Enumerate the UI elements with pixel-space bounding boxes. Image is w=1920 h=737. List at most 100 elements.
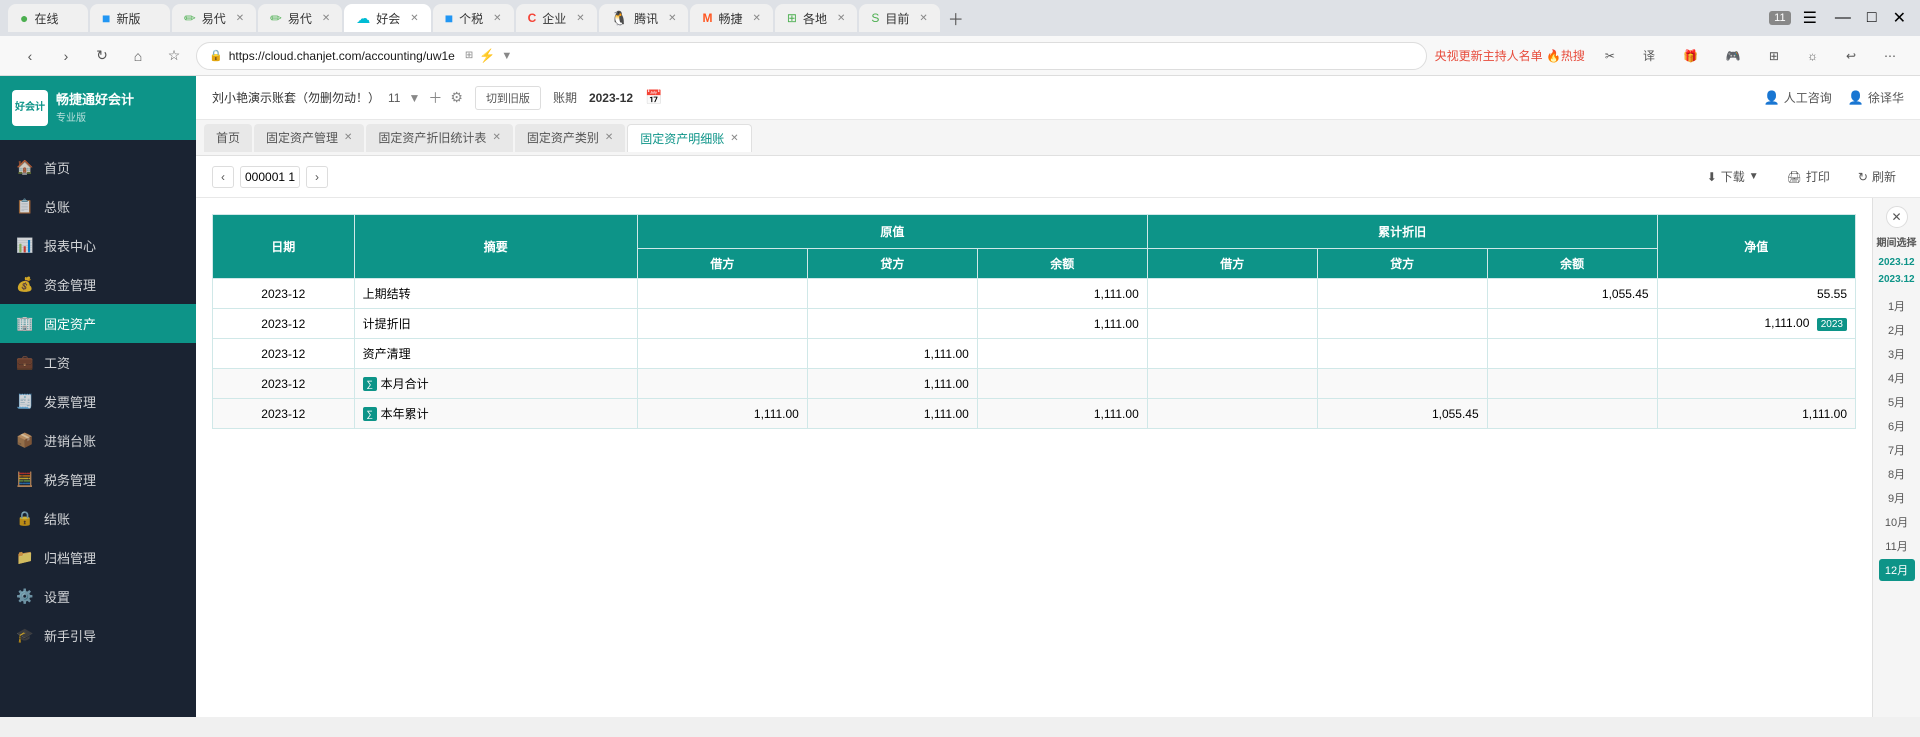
- print-button[interactable]: 🖨 打印: [1779, 164, 1838, 189]
- url-dropdown-icon[interactable]: ▼: [501, 50, 512, 62]
- user-button[interactable]: 👤 徐译华: [1848, 89, 1904, 106]
- sidebar-item-general-ledger[interactable]: 📋 总账: [0, 187, 196, 226]
- period-month-6[interactable]: 6月: [1879, 415, 1915, 437]
- download-button[interactable]: ⬇ 下载 ▼: [1699, 164, 1767, 189]
- prev-page-btn[interactable]: ‹: [212, 166, 234, 188]
- home-button[interactable]: ⌂: [124, 42, 152, 70]
- browser-tab-muqian[interactable]: S 目前 ✕: [859, 4, 939, 32]
- period-month-1[interactable]: 1月: [1879, 295, 1915, 317]
- period-month-10[interactable]: 10月: [1879, 511, 1915, 533]
- reload-button[interactable]: ↻: [88, 42, 116, 70]
- tab-close-asset-detail-ledger[interactable]: ✕: [730, 133, 738, 144]
- period-month-3[interactable]: 3月: [1879, 343, 1915, 365]
- sidebar-item-invoice[interactable]: 🧾 发票管理: [0, 382, 196, 421]
- close-icon[interactable]: ✕: [1887, 8, 1912, 28]
- sidebar-item-payroll[interactable]: 💼 工资: [0, 343, 196, 382]
- period-month-11[interactable]: 11月: [1879, 535, 1915, 557]
- tab-close-gedi[interactable]: ✕: [837, 13, 845, 24]
- browser-tab-changjie[interactable]: M 畅捷 ✕: [690, 4, 772, 32]
- tab-close-depreciation-stats[interactable]: ✕: [492, 132, 500, 143]
- period-month-9[interactable]: 9月: [1879, 487, 1915, 509]
- sidebar-item-closing[interactable]: 🔒 结账: [0, 499, 196, 538]
- scissors-icon[interactable]: ✂: [1597, 45, 1623, 67]
- browser-tab-tencent[interactable]: 🐧 腾讯 ✕: [599, 4, 689, 32]
- browser-settings-icon[interactable]: ⋯: [1876, 45, 1904, 67]
- wallet-icon[interactable]: 🎁: [1675, 45, 1706, 67]
- new-tab-button[interactable]: ＋: [942, 4, 970, 32]
- browser-tab-geshui[interactable]: ■ 个税 ✕: [433, 4, 514, 32]
- sidebar-item-reports[interactable]: 📊 报表中心: [0, 226, 196, 265]
- add-account-icon[interactable]: ＋: [428, 88, 442, 108]
- bookmark-button[interactable]: ☆: [160, 42, 188, 70]
- calendar-icon[interactable]: 📅: [645, 89, 662, 106]
- cell-dep-credit-3: [1317, 339, 1487, 369]
- sidebar-label-tax: 税务管理: [44, 470, 96, 489]
- tab-close-changjie[interactable]: ✕: [753, 13, 761, 24]
- lock-icon: 🔒: [209, 49, 223, 62]
- period-month-4[interactable]: 4月: [1879, 367, 1915, 389]
- tab-close-fixed-assets-mgmt[interactable]: ✕: [344, 132, 352, 143]
- tab-depreciation-stats[interactable]: 固定资产折旧统计表 ✕: [366, 124, 512, 152]
- period-month-5[interactable]: 5月: [1879, 391, 1915, 413]
- period-month-12[interactable]: 12月: [1879, 559, 1915, 581]
- period-month-2[interactable]: 2月: [1879, 319, 1915, 341]
- next-page-btn[interactable]: ›: [306, 166, 328, 188]
- sidebar-item-sales-ledger[interactable]: 📦 进销台账: [0, 421, 196, 460]
- browser-menu-icon[interactable]: ☰: [1795, 8, 1825, 28]
- sidebar: 好会计 畅捷通好会计 专业版 🏠 首页 📋 总账 📊 报表中心 💰 资金: [0, 76, 196, 717]
- header-date: 日期: [213, 215, 355, 279]
- tab-fixed-assets-mgmt[interactable]: 固定资产管理 ✕: [254, 124, 364, 152]
- forward-button[interactable]: ›: [52, 42, 80, 70]
- browser-tab-yidai2[interactable]: ✏ 易代 ✕: [258, 4, 342, 32]
- period-month-7[interactable]: 7月: [1879, 439, 1915, 461]
- tab-close-asset-category[interactable]: ✕: [605, 132, 613, 143]
- browser-tab-gedi[interactable]: ⊞ 各地 ✕: [775, 4, 857, 32]
- maximize-icon[interactable]: □: [1861, 9, 1883, 27]
- browser-tab-qiye[interactable]: C 企业 ✕: [516, 4, 597, 32]
- tab-close-yidai2[interactable]: ✕: [322, 13, 330, 24]
- back-button[interactable]: ‹: [16, 42, 44, 70]
- theme-icon[interactable]: ☼: [1799, 45, 1826, 67]
- close-panel-button[interactable]: ✕: [1886, 206, 1908, 228]
- fixed-assets-icon: 🏢: [16, 315, 34, 333]
- history-icon[interactable]: ↩: [1838, 45, 1864, 67]
- browser-tab-online[interactable]: ● 在线: [8, 4, 88, 32]
- page-number-input[interactable]: [240, 166, 300, 188]
- sidebar-item-guide[interactable]: 🎓 新手引导: [0, 616, 196, 655]
- tab-close-tencent[interactable]: ✕: [668, 13, 676, 24]
- sidebar-item-tax[interactable]: 🧮 税务管理: [0, 460, 196, 499]
- service-button[interactable]: 👤 人工咨询: [1764, 89, 1832, 106]
- cell-orig-credit-4: 1,111.00: [807, 369, 977, 399]
- sidebar-item-funds[interactable]: 💰 资金管理: [0, 265, 196, 304]
- period-date-start[interactable]: 2023.12: [1877, 255, 1916, 270]
- archive-icon: 📁: [16, 549, 34, 567]
- refresh-button[interactable]: ↻ 刷新: [1850, 164, 1904, 189]
- minimize-icon[interactable]: —: [1829, 9, 1857, 27]
- translate-icon[interactable]: 译: [1635, 43, 1663, 68]
- sidebar-item-fixed-assets[interactable]: 🏢 固定资产: [0, 304, 196, 343]
- tab-close-haohui[interactable]: ✕: [410, 13, 418, 24]
- sidebar-item-archive[interactable]: 📁 归档管理: [0, 538, 196, 577]
- tab-close-muqian[interactable]: ✕: [919, 13, 927, 24]
- browser-tab-yidai1[interactable]: ✏ 易代 ✕: [172, 4, 256, 32]
- cell-date-1: 2023-12: [213, 279, 355, 309]
- account-dropdown-icon[interactable]: ▼: [408, 91, 420, 105]
- tab-asset-category[interactable]: 固定资产类别 ✕: [515, 124, 625, 152]
- switch-version-btn[interactable]: 切到旧版: [475, 86, 541, 110]
- period-month-8[interactable]: 8月: [1879, 463, 1915, 485]
- tab-close-geshui[interactable]: ✕: [493, 13, 501, 24]
- tab-close-qiye[interactable]: ✕: [576, 13, 584, 24]
- tab-close-yidai1[interactable]: ✕: [236, 13, 244, 24]
- period-date-end[interactable]: 2023.12: [1877, 272, 1916, 287]
- game-icon[interactable]: 🎮: [1718, 45, 1749, 67]
- settings-small-icon[interactable]: ⚙: [450, 89, 463, 106]
- url-bar[interactable]: 🔒 https://cloud.chanjet.com/accounting/u…: [196, 42, 1427, 70]
- tab-home[interactable]: 首页: [204, 124, 252, 152]
- sidebar-item-settings[interactable]: ⚙️ 设置: [0, 577, 196, 616]
- tab-asset-detail-ledger[interactable]: 固定资产明细账 ✕: [627, 124, 751, 152]
- tab-icon-changjie: M: [702, 11, 712, 25]
- grid-icon[interactable]: ⊞: [1761, 45, 1787, 67]
- browser-tab-haohui[interactable]: ☁ 好会 ✕: [344, 4, 430, 32]
- browser-tab-new[interactable]: ■ 新版: [90, 4, 170, 32]
- sidebar-item-home[interactable]: 🏠 首页: [0, 148, 196, 187]
